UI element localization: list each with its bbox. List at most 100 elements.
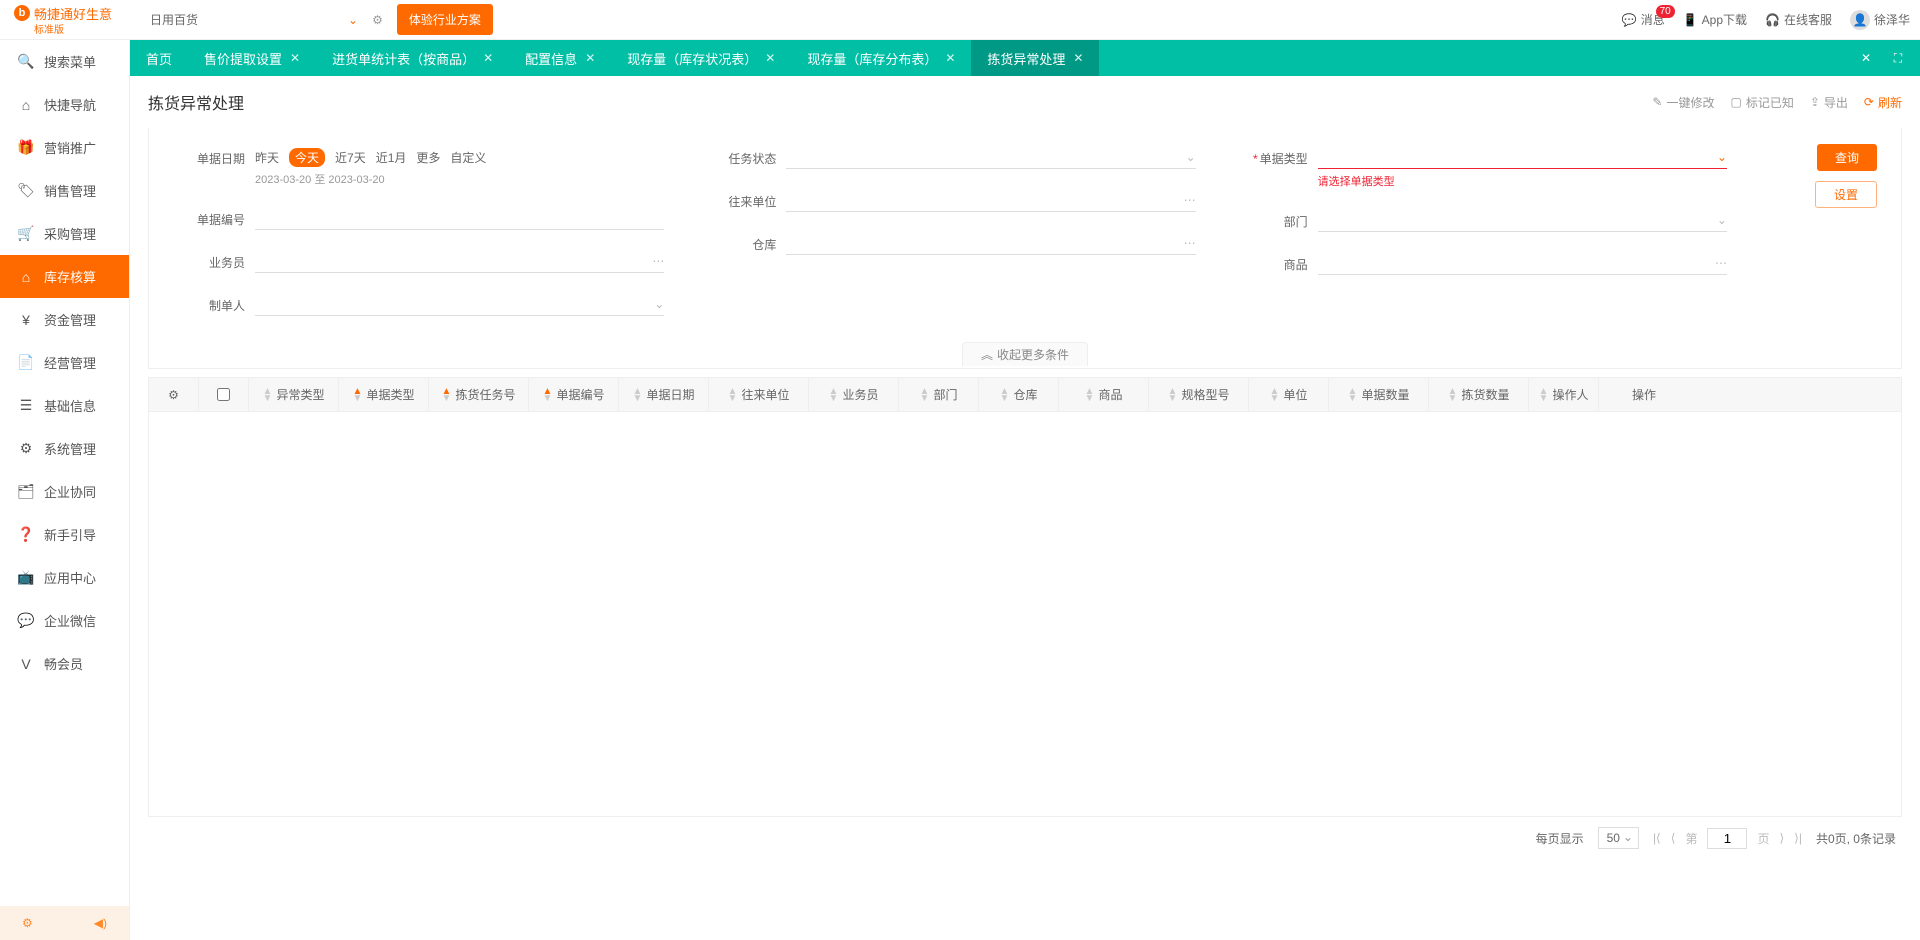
per-page-select[interactable]: 50 xyxy=(1598,827,1639,849)
chevron-down-icon[interactable]: ⌄ xyxy=(1717,150,1727,164)
col-taskNo[interactable]: ▲▼拣货任务号 xyxy=(429,378,529,411)
sort-icon[interactable]: ▲▼ xyxy=(728,388,738,402)
close-icon[interactable]: ✕ xyxy=(483,51,493,65)
export-button[interactable]: ⇪导出 xyxy=(1810,94,1848,111)
maker-input[interactable] xyxy=(255,295,664,316)
operator-input[interactable] xyxy=(255,252,664,273)
tab-3[interactable]: 配置信息✕ xyxy=(509,40,611,76)
tab-6[interactable]: 拣货异常处理✕ xyxy=(971,40,1099,76)
close-icon[interactable]: ✕ xyxy=(585,51,595,65)
sort-icon[interactable]: ▲▼ xyxy=(353,388,363,402)
tab-4[interactable]: 现存量（库存状况表）✕ xyxy=(611,40,791,76)
sidebar-item-13[interactable]: 💬企业微信 xyxy=(0,599,129,642)
col-dept[interactable]: ▲▼部门 xyxy=(899,378,979,411)
close-icon[interactable]: ✕ xyxy=(945,51,955,65)
store-selector[interactable]: 日用百货 ⌄ xyxy=(150,11,358,28)
col-operatorBy[interactable]: ▲▼操作人 xyxy=(1529,378,1599,411)
date-quick-4[interactable]: 更多 xyxy=(416,149,440,166)
date-quick-5[interactable]: 自定义 xyxy=(450,149,486,166)
first-page-button[interactable]: |⟨ xyxy=(1653,831,1661,845)
tab-1[interactable]: 售价提取设置✕ xyxy=(188,40,316,76)
sort-icon[interactable]: ▲▼ xyxy=(1348,388,1358,402)
prev-page-button[interactable]: ⟨ xyxy=(1671,831,1676,845)
goods-input[interactable] xyxy=(1318,254,1727,275)
date-quick-2[interactable]: 近7天 xyxy=(335,149,366,166)
sidebar-item-6[interactable]: ¥资金管理 xyxy=(0,298,129,341)
sort-icon[interactable]: ▲▼ xyxy=(1085,388,1095,402)
horizontal-scrollbar[interactable] xyxy=(149,802,1901,816)
sidebar-item-3[interactable]: 🏷销售管理 xyxy=(0,169,129,212)
warehouse-input[interactable] xyxy=(786,234,1195,255)
more-icon[interactable]: ⋯ xyxy=(1184,193,1196,207)
sidebar-item-7[interactable]: 📄经营管理 xyxy=(0,341,129,384)
close-icon[interactable]: ✕ xyxy=(765,51,775,65)
col-pickQty[interactable]: ▲▼拣货数量 xyxy=(1429,378,1529,411)
sort-icon[interactable]: ▲▼ xyxy=(633,388,643,402)
messages-button[interactable]: 💬 消息 70 xyxy=(1622,11,1665,28)
sidebar-item-0[interactable]: 🔍搜索菜单 xyxy=(0,40,129,83)
col-docType[interactable]: ▲▼单据类型 xyxy=(339,378,429,411)
collapse-filters-button[interactable]: ︽ 收起更多条件 xyxy=(962,342,1088,366)
date-quick-1[interactable]: 今天 xyxy=(289,148,325,167)
partner-input[interactable] xyxy=(786,191,1195,212)
batch-edit-button[interactable]: ✎一键修改 xyxy=(1652,94,1714,111)
chevron-down-icon[interactable]: ⌄ xyxy=(654,297,664,311)
sort-icon[interactable]: ▲▼ xyxy=(1168,388,1178,402)
sidebar-item-11[interactable]: ❓新手引导 xyxy=(0,513,129,556)
sidebar-item-12[interactable]: 📺应用中心 xyxy=(0,556,129,599)
dept-input[interactable] xyxy=(1318,211,1727,232)
col-chk[interactable] xyxy=(199,378,249,411)
task-status-input[interactable] xyxy=(786,148,1195,169)
settings-icon[interactable]: ⚙ xyxy=(22,916,33,930)
sort-icon[interactable]: ▲▼ xyxy=(543,388,553,402)
col-unit[interactable]: ▲▼单位 xyxy=(1249,378,1329,411)
docno-input[interactable] xyxy=(255,209,664,230)
page-input[interactable] xyxy=(1707,828,1747,849)
sort-icon[interactable]: ▲▼ xyxy=(829,388,839,402)
close-all-tabs-button[interactable]: ✕ xyxy=(1852,44,1880,72)
sort-icon[interactable]: ▲▼ xyxy=(1000,388,1010,402)
refresh-button[interactable]: ⟳刷新 xyxy=(1864,94,1902,111)
sort-icon[interactable]: ▲▼ xyxy=(1539,388,1549,402)
fullscreen-button[interactable]: ⛶ xyxy=(1884,44,1912,72)
sidebar-item-9[interactable]: ⚙系统管理 xyxy=(0,427,129,470)
online-service-button[interactable]: 🎧 在线客服 xyxy=(1765,11,1832,28)
chevron-down-icon[interactable]: ⌄ xyxy=(1717,213,1727,227)
col-docNo[interactable]: ▲▼单据编号 xyxy=(529,378,619,411)
sort-icon[interactable]: ▲▼ xyxy=(442,388,452,402)
tab-5[interactable]: 现存量（库存分布表）✕ xyxy=(791,40,971,76)
col-operator[interactable]: ▲▼业务员 xyxy=(809,378,899,411)
filter-settings-button[interactable]: 设置 xyxy=(1815,181,1877,208)
col-docDate[interactable]: ▲▼单据日期 xyxy=(619,378,709,411)
col-spec[interactable]: ▲▼规格型号 xyxy=(1149,378,1249,411)
query-button[interactable]: 查询 xyxy=(1817,144,1877,171)
col-partner[interactable]: ▲▼往来单位 xyxy=(709,378,809,411)
select-all-checkbox[interactable] xyxy=(217,388,230,401)
user-menu[interactable]: 👤 徐泽华 xyxy=(1850,10,1910,30)
date-quick-3[interactable]: 近1月 xyxy=(376,149,407,166)
sidebar-item-5[interactable]: ⌂库存核算 xyxy=(0,255,129,298)
sidebar-item-14[interactable]: V畅会员 xyxy=(0,642,129,685)
tab-0[interactable]: 首页 xyxy=(130,40,188,76)
sidebar-item-8[interactable]: ☰基础信息 xyxy=(0,384,129,427)
close-icon[interactable]: ✕ xyxy=(290,51,300,65)
more-icon[interactable]: ⋯ xyxy=(1715,256,1727,270)
sidebar-item-4[interactable]: 🛒采购管理 xyxy=(0,212,129,255)
app-download-button[interactable]: 📱 App下载 xyxy=(1683,11,1747,28)
close-icon[interactable]: ✕ xyxy=(1073,51,1083,65)
col-excType[interactable]: ▲▼异常类型 xyxy=(249,378,339,411)
collapse-sidebar-icon[interactable]: ◀) xyxy=(94,916,107,930)
trial-plan-button[interactable]: 体验行业方案 xyxy=(397,4,493,35)
sort-icon[interactable]: ▲▼ xyxy=(1448,388,1458,402)
sort-icon[interactable]: ▲▼ xyxy=(263,388,273,402)
next-page-button[interactable]: ⟩ xyxy=(1779,831,1784,845)
doctype-input[interactable] xyxy=(1318,148,1727,169)
date-quick-0[interactable]: 昨天 xyxy=(255,149,279,166)
chevron-down-icon[interactable]: ⌄ xyxy=(1186,150,1196,164)
gear-icon[interactable]: ⚙ xyxy=(168,388,179,402)
last-page-button[interactable]: ⟩| xyxy=(1794,831,1802,845)
more-icon[interactable]: ⋯ xyxy=(652,254,664,268)
sidebar-item-2[interactable]: 🎁营销推广 xyxy=(0,126,129,169)
sort-icon[interactable]: ▲▼ xyxy=(920,388,930,402)
gear-icon[interactable]: ⚙ xyxy=(372,13,383,27)
